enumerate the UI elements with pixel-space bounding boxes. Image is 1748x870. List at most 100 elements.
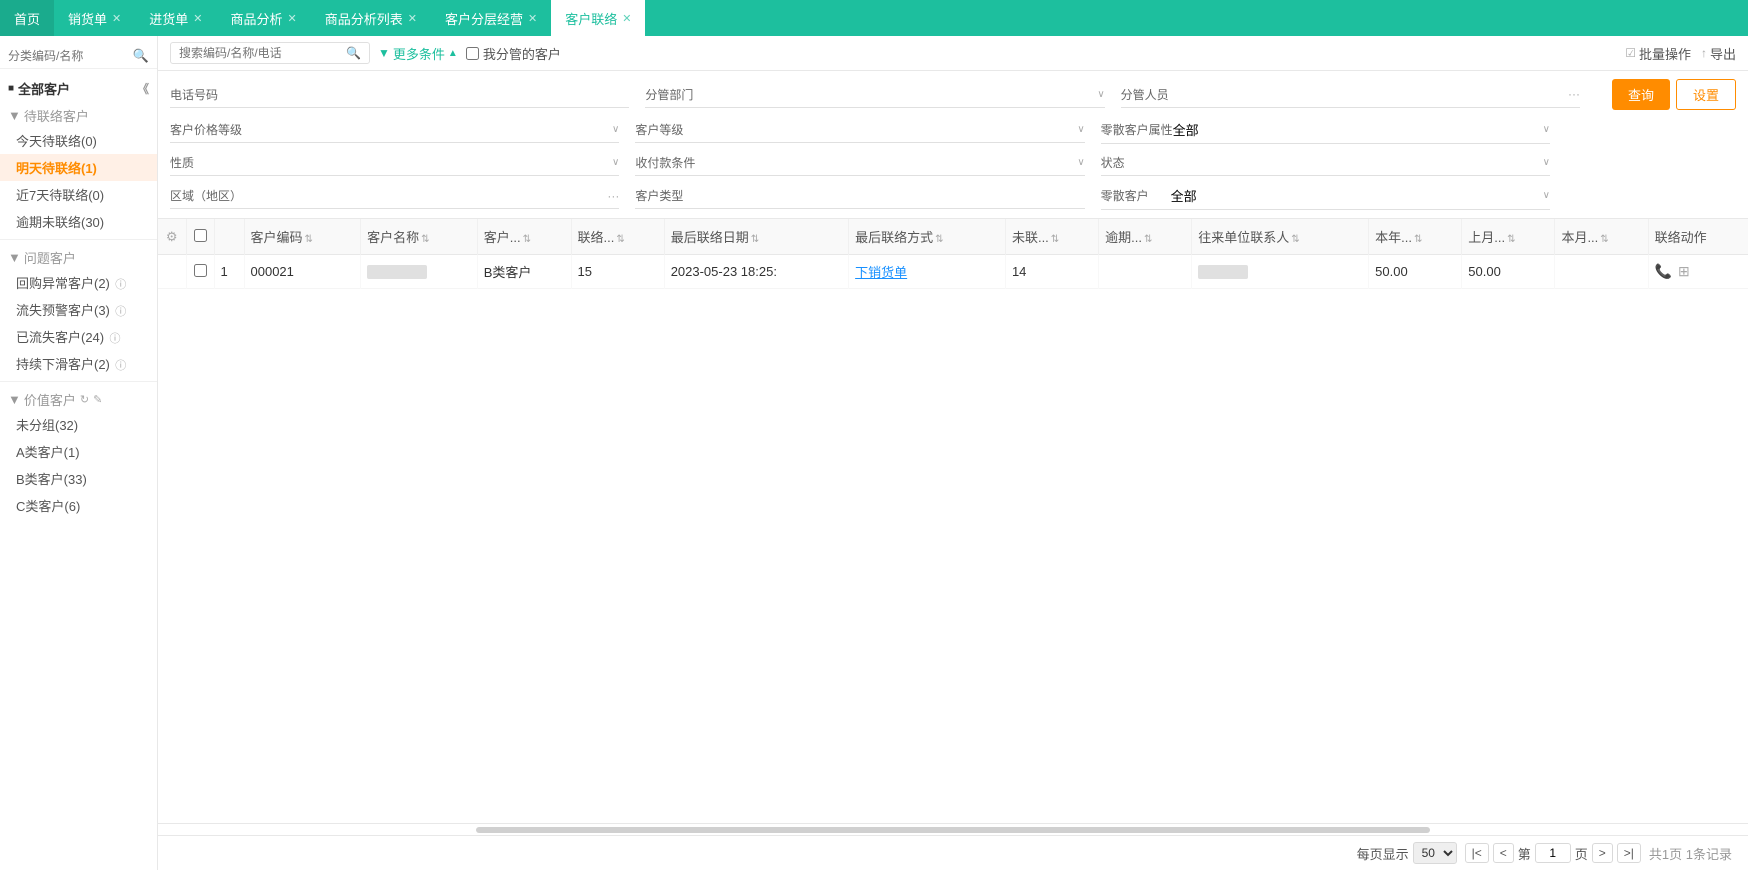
prev-page-button[interactable]: < xyxy=(1493,843,1514,863)
filter-region[interactable]: 区域（地区） ··· xyxy=(170,183,619,209)
sidebar-item-c-class[interactable]: C类客户(6) xyxy=(0,492,157,519)
set-button[interactable]: 设置 xyxy=(1676,79,1736,110)
info-icon: ⓘ xyxy=(115,360,126,372)
sidebar-item-today[interactable]: 今天待联络(0) xyxy=(0,127,157,154)
filter-status[interactable]: 状态 ∨ xyxy=(1101,150,1550,176)
nav-close-icon[interactable]: ✕ xyxy=(193,12,202,25)
next-page-button[interactable]: > xyxy=(1592,843,1613,863)
grid-action-icon[interactable]: ⊞ xyxy=(1678,263,1690,280)
phone-action-icon[interactable]: 📞 xyxy=(1655,263,1672,280)
my-customers-checkbox-wrap[interactable]: 我分管的客户 xyxy=(466,44,561,63)
dropdown-arrow-icon: ∨ xyxy=(1543,157,1550,168)
sidebar-item-overdue[interactable]: 逾期未联络(30) xyxy=(0,208,157,235)
col-type[interactable]: 客户...⇅ xyxy=(477,219,571,255)
refresh-icon[interactable]: ↻ xyxy=(80,393,89,406)
sidebar-search-input[interactable] xyxy=(8,49,131,63)
nav-home[interactable]: 首页 xyxy=(0,0,54,36)
col-code[interactable]: 客户编码⇅ xyxy=(244,219,361,255)
sidebar-item-churned[interactable]: 已流失客户(24) ⓘ xyxy=(0,323,157,350)
col-last-month[interactable]: 上月...⇅ xyxy=(1462,219,1555,255)
col-last-contact-way[interactable]: 最后联络方式⇅ xyxy=(849,219,1006,255)
filter-customer-type[interactable]: 客户类型 xyxy=(635,183,1084,209)
export-button[interactable]: ↑ 导出 xyxy=(1701,44,1736,63)
sidebar-group-value[interactable]: ▼ 价值客户 ↻ ✎ xyxy=(0,386,157,411)
col-this-month[interactable]: 本月...⇅ xyxy=(1555,219,1648,255)
filter-row-4: 区域（地区） ··· 客户类型 零散客户 全部 ∨ xyxy=(170,182,1736,210)
search-input[interactable] xyxy=(179,46,346,60)
sidebar-item-tomorrow[interactable]: 明天待联络(1) xyxy=(0,154,157,181)
filter-bar: 🔍 ▼ 更多条件 ▲ 我分管的客户 ☑ 批量操作 ↑ 导出 xyxy=(158,36,1748,71)
filter-phone: 电话号码 xyxy=(170,82,629,108)
batch-op-button[interactable]: ☑ 批量操作 xyxy=(1625,44,1691,63)
nav-close-icon[interactable]: ✕ xyxy=(528,12,537,25)
nav-purchase-order[interactable]: 进货单 ✕ xyxy=(135,0,216,36)
filter-manager[interactable]: 分管人员 ··· xyxy=(1121,82,1580,108)
filter-retail-customer[interactable]: 零散客户 全部 ∨ xyxy=(1101,182,1550,210)
nav-sales-order[interactable]: 销货单 ✕ xyxy=(54,0,135,36)
more-conditions-button[interactable]: ▼ 更多条件 ▲ xyxy=(378,44,458,63)
filter-bar-right: ☑ 批量操作 ↑ 导出 xyxy=(1625,44,1736,63)
nav-close-icon[interactable]: ✕ xyxy=(622,12,631,25)
sidebar: 🔍 ■ 全部客户 《 ▼ 待联络客户 今天待联络(0) 明天待联络(1) 近7天… xyxy=(0,36,158,870)
filter-retail-attr[interactable]: 零散客户属性 全部 ∨ xyxy=(1101,116,1550,144)
sidebar-item-churn-warning[interactable]: 流失预警客户(3) ⓘ xyxy=(0,296,157,323)
divider xyxy=(0,239,157,240)
sidebar-item-abnormal[interactable]: 回购异常客户(2) ⓘ xyxy=(0,269,157,296)
nav-product-analysis-list[interactable]: 商品分析列表 ✕ xyxy=(311,0,431,36)
row-last-contact-way[interactable]: 下销货单 xyxy=(849,255,1006,289)
my-customers-checkbox[interactable] xyxy=(466,47,479,60)
horizontal-scrollbar-area xyxy=(158,823,1748,835)
nav-close-icon[interactable]: ✕ xyxy=(288,12,297,25)
first-page-button[interactable]: |< xyxy=(1465,843,1489,863)
col-setting[interactable]: ⚙ xyxy=(158,219,186,255)
total-label: 共1页 1条记录 xyxy=(1649,844,1732,863)
sidebar-group-problem[interactable]: ▼ 问题客户 xyxy=(0,244,157,269)
nav-customer-tier[interactable]: 客户分层经营 ✕ xyxy=(431,0,551,36)
query-button[interactable]: 查询 xyxy=(1612,79,1670,110)
search-icon[interactable]: 🔍 xyxy=(346,46,361,60)
table-wrap: ⚙ 客户编码⇅ 客户名称⇅ 客户...⇅ 联络...⇅ 最后联络日期⇅ 最后联络… xyxy=(158,219,1748,823)
col-unit-contact[interactable]: 往来单位联系人⇅ xyxy=(1192,219,1369,255)
nav-close-icon[interactable]: ✕ xyxy=(408,12,417,25)
col-name[interactable]: 客户名称⇅ xyxy=(361,219,478,255)
col-last-contact-date[interactable]: 最后联络日期⇅ xyxy=(664,219,848,255)
sidebar-group-pending[interactable]: ▼ 待联络客户 xyxy=(0,102,157,127)
edit-icon[interactable]: ✎ xyxy=(93,393,102,406)
horizontal-scrollbar[interactable] xyxy=(476,827,1430,833)
col-contact[interactable]: 联络...⇅ xyxy=(571,219,664,255)
more-icon[interactable]: ··· xyxy=(1568,87,1580,101)
sidebar-item-b-class[interactable]: B类客户(33) xyxy=(0,465,157,492)
row-select-checkbox[interactable] xyxy=(194,264,207,277)
last-page-button[interactable]: >| xyxy=(1617,843,1641,863)
col-checkbox[interactable] xyxy=(186,219,214,255)
filter-dept[interactable]: 分管部门 ∨ xyxy=(645,82,1104,108)
filter-customer-level[interactable]: 客户等级 ∨ xyxy=(635,117,1084,143)
page-number-input[interactable] xyxy=(1535,843,1571,863)
more-icon[interactable]: ··· xyxy=(607,189,619,203)
filter-nature[interactable]: 性质 ∨ xyxy=(170,150,619,176)
sidebar-search-icon[interactable]: 🔍 xyxy=(133,48,149,64)
nav-customer-contact[interactable]: 客户联络 ✕ xyxy=(551,0,645,36)
col-action: 联络动作 xyxy=(1648,219,1748,255)
sidebar-item-a-class[interactable]: A类客户(1) xyxy=(0,438,157,465)
collapse-icon[interactable]: 《 xyxy=(137,80,149,97)
row-index: 1 xyxy=(214,255,244,289)
select-all-checkbox[interactable] xyxy=(194,229,207,242)
row-this-month xyxy=(1555,255,1648,289)
phone-input[interactable] xyxy=(240,87,629,101)
filter-payment[interactable]: 收付款条件 ∨ xyxy=(635,150,1084,176)
sidebar-item-declining[interactable]: 持续下滑客户(2) ⓘ xyxy=(0,350,157,377)
nav-product-analysis[interactable]: 商品分析 ✕ xyxy=(216,0,310,36)
col-overdue[interactable]: 逾期...⇅ xyxy=(1099,219,1192,255)
col-this-year[interactable]: 本年...⇅ xyxy=(1369,219,1462,255)
row-last-month: 50.00 xyxy=(1462,255,1555,289)
col-no-contact[interactable]: 未联...⇅ xyxy=(1005,219,1098,255)
sidebar-item-ungrouped[interactable]: 未分组(32) xyxy=(0,411,157,438)
nav-close-icon[interactable]: ✕ xyxy=(112,12,121,25)
sidebar-all-customers[interactable]: ■ 全部客户 《 xyxy=(0,73,157,102)
row-checkbox[interactable] xyxy=(186,255,214,289)
page-size-select[interactable]: 50 xyxy=(1413,842,1457,864)
advanced-filter-panel: 电话号码 分管部门 ∨ 分管人员 ··· 查询 设置 xyxy=(158,71,1748,219)
filter-price-level[interactable]: 客户价格等级 ∨ xyxy=(170,117,619,143)
sidebar-item-7days[interactable]: 近7天待联络(0) xyxy=(0,181,157,208)
